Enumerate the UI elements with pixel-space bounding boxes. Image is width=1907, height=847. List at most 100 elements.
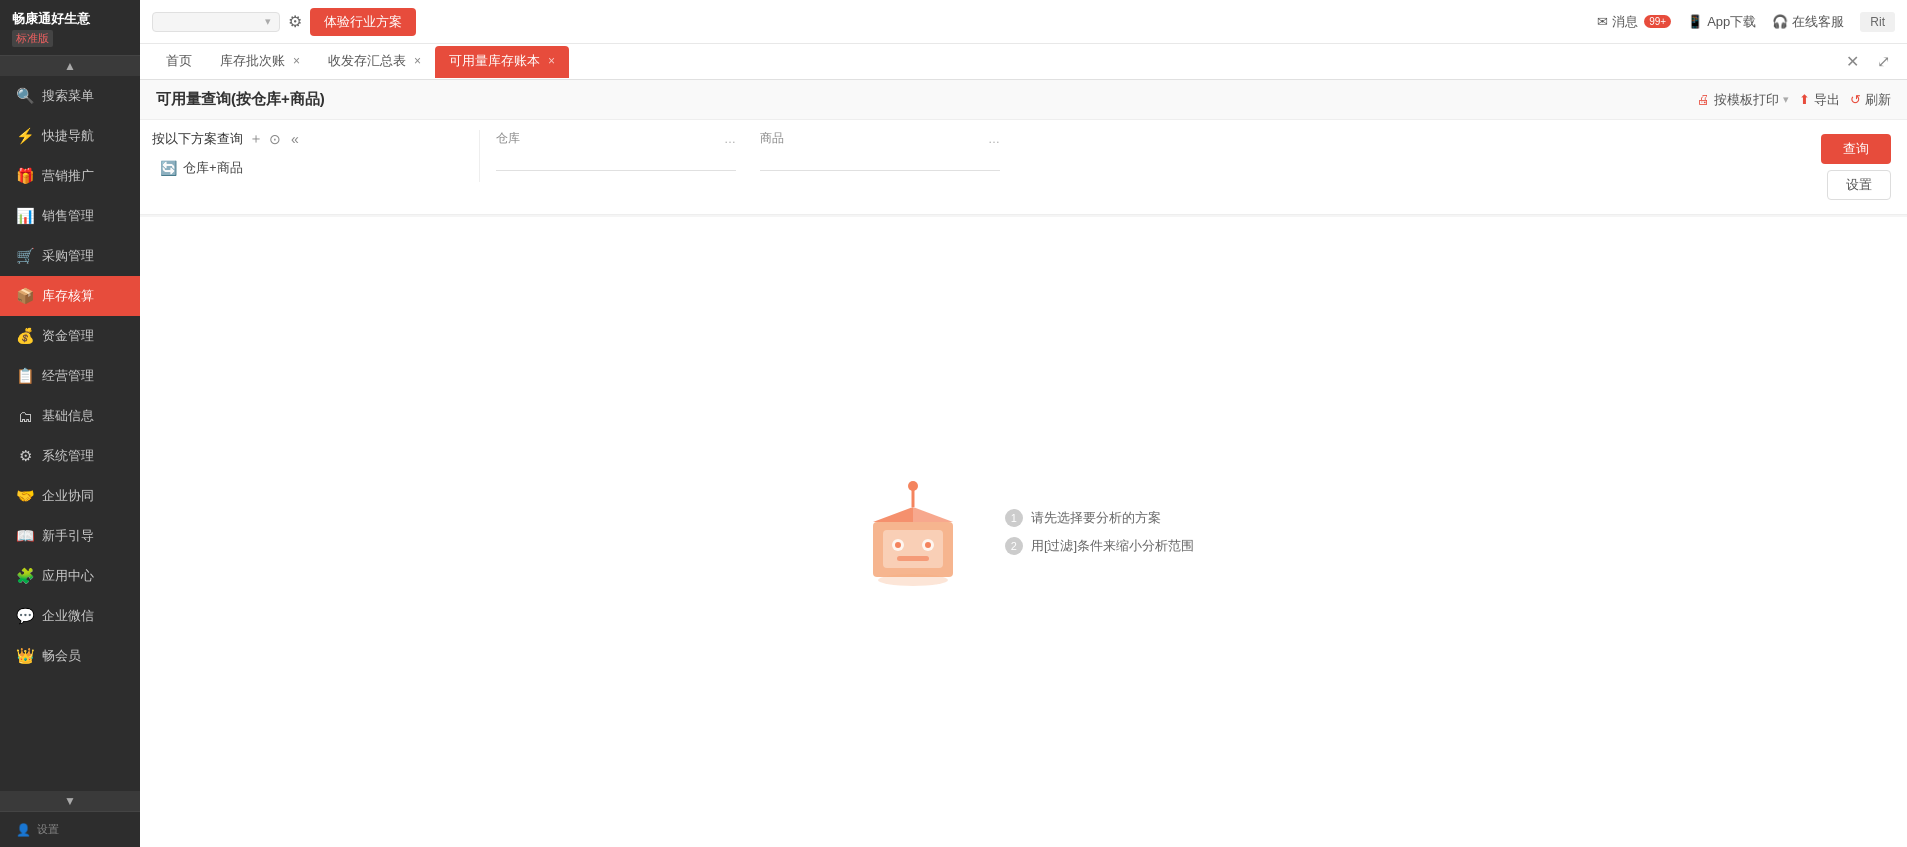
tab-batch-label: 库存批次账 — [220, 52, 285, 70]
empty-state: 1 请先选择要分析的方案 2 用[过滤]条件来缩小分析范围 — [140, 217, 1907, 847]
marketing-icon: 🎁 — [16, 167, 34, 185]
main-content: ▾ ⚙ 体验行业方案 ✉ 消息 99+ 📱 App下载 🎧 在线客服 Rit — [140, 0, 1907, 847]
print-btn[interactable]: 🖨 按模板打印 ▾ — [1697, 91, 1789, 109]
settings-gear-icon[interactable]: ⚙ — [288, 12, 302, 31]
sidebar-scroll-up[interactable]: ▲ — [0, 56, 140, 76]
empty-hint-2: 2 用[过滤]条件来缩小分析范围 — [1005, 537, 1194, 555]
basics-icon: 🗂 — [16, 408, 34, 425]
sidebar-header: 畅康通好生意 标准版 — [0, 0, 140, 56]
messages-badge: 99+ — [1644, 15, 1671, 28]
refresh-label: 刷新 — [1865, 91, 1891, 109]
svg-point-7 — [925, 542, 931, 548]
sidebar-item-label: 销售管理 — [42, 207, 94, 225]
hint2-text: 用[过滤]条件来缩小分析范围 — [1031, 537, 1194, 555]
sidebar-scroll-down[interactable]: ▼ — [0, 791, 140, 811]
messages-btn[interactable]: ✉ 消息 99+ — [1597, 13, 1671, 31]
filter-fields: 仓库 … 商品 … — [480, 130, 1805, 171]
sidebar-item-operations[interactable]: 📋 经营管理 — [0, 356, 140, 396]
newuser-icon: 📖 — [16, 527, 34, 545]
tab-home[interactable]: 首页 — [152, 46, 206, 78]
sidebar-item-finance[interactable]: 💰 资金管理 — [0, 316, 140, 356]
app-name: 畅康通好生意 — [12, 10, 128, 28]
sidebar-item-search[interactable]: 🔍 搜索菜单 — [0, 76, 140, 116]
topbar-search-input[interactable] — [161, 15, 261, 29]
topbar: ▾ ⚙ 体验行业方案 ✉ 消息 99+ 📱 App下载 🎧 在线客服 Rit — [140, 0, 1907, 44]
product-input[interactable] — [760, 149, 1000, 171]
sidebar-item-marketing[interactable]: 🎁 营销推广 — [0, 156, 140, 196]
step2-badge: 2 — [1005, 537, 1023, 555]
sidebar-item-quicknav[interactable]: ⚡ 快捷导航 — [0, 116, 140, 156]
sidebar-footer-text: 设置 — [37, 822, 59, 837]
sidebar-item-label: 资金管理 — [42, 327, 94, 345]
sidebar-item-wechat[interactable]: 💬 企业微信 — [0, 596, 140, 636]
sidebar-item-purchase[interactable]: 🛒 采购管理 — [0, 236, 140, 276]
tab-batch-close[interactable]: × — [293, 54, 300, 68]
collapse-icon[interactable]: « — [291, 131, 299, 147]
user-menu[interactable]: Rit — [1860, 12, 1895, 32]
tab-summary-label: 收发存汇总表 — [328, 52, 406, 70]
tab-bar: 首页 库存批次账 × 收发存汇总表 × 可用量库存账本 × ✕ ⤢ — [140, 44, 1907, 80]
inventory-icon: 📦 — [16, 287, 34, 305]
scheme-item-icon: 🔄 — [160, 160, 177, 176]
close-window-btn[interactable]: ✕ — [1841, 50, 1864, 73]
empty-text: 1 请先选择要分析的方案 2 用[过滤]条件来缩小分析范围 — [1005, 509, 1194, 555]
sidebar-item-appcenter[interactable]: 🧩 应用中心 — [0, 556, 140, 596]
sidebar-item-label: 基础信息 — [42, 407, 94, 425]
enterprise-icon: 🤝 — [16, 487, 34, 505]
tab-available-close[interactable]: × — [548, 54, 555, 68]
sidebar-item-label: 企业协同 — [42, 487, 94, 505]
sidebar-item-enterprise[interactable]: 🤝 企业协同 — [0, 476, 140, 516]
operations-icon: 📋 — [16, 367, 34, 385]
online-service-btn[interactable]: 🎧 在线客服 — [1772, 13, 1844, 31]
warehouse-input[interactable] — [496, 149, 736, 171]
sidebar-item-member[interactable]: 👑 畅会员 — [0, 636, 140, 676]
appcenter-icon: 🧩 — [16, 567, 34, 585]
tab-batch[interactable]: 库存批次账 × — [206, 46, 314, 78]
svg-point-11 — [878, 574, 948, 586]
step1-badge: 1 — [1005, 509, 1023, 527]
add-scheme-icon[interactable]: ＋ — [249, 130, 263, 148]
window-controls: ✕ ⤢ — [1841, 50, 1895, 73]
tab-available[interactable]: 可用量库存账本 × — [435, 46, 569, 78]
settings-scheme-icon[interactable]: ⊙ — [269, 131, 281, 147]
product-more-icon[interactable]: … — [988, 132, 1000, 146]
trial-btn[interactable]: 体验行业方案 — [310, 8, 416, 36]
filter-settings-button[interactable]: 设置 — [1827, 170, 1891, 200]
chevron-down-icon[interactable]: ▾ — [265, 15, 271, 28]
sidebar: 畅康通好生意 标准版 ▲ 🔍 搜索菜单 ⚡ 快捷导航 🎁 营销推广 📊 销售管理… — [0, 0, 140, 847]
filter-sidebar: 按以下方案查询 ＋ ⊙ « 🔄 仓库+商品 — [140, 130, 480, 182]
sales-icon: 📊 — [16, 207, 34, 225]
maximize-window-btn[interactable]: ⤢ — [1872, 50, 1895, 73]
export-btn[interactable]: ⬆ 导出 — [1799, 91, 1840, 109]
tab-summary[interactable]: 收发存汇总表 × — [314, 46, 435, 78]
sidebar-item-sales[interactable]: 📊 销售管理 — [0, 196, 140, 236]
filter-area: 按以下方案查询 ＋ ⊙ « 🔄 仓库+商品 仓库 … 商品 — [140, 120, 1907, 215]
tab-summary-close[interactable]: × — [414, 54, 421, 68]
tab-home-label: 首页 — [166, 52, 192, 70]
sidebar-item-basics[interactable]: 🗂 基础信息 — [0, 396, 140, 436]
app-version: 标准版 — [12, 30, 53, 47]
scheme-warehouse-product[interactable]: 🔄 仓库+商品 — [152, 154, 467, 182]
refresh-btn[interactable]: ↺ 刷新 — [1850, 91, 1891, 109]
filter-scheme-header: 按以下方案查询 ＋ ⊙ « — [152, 130, 467, 148]
sidebar-item-label: 系统管理 — [42, 447, 94, 465]
product-label: 商品 … — [760, 130, 1000, 147]
sidebar-item-newuser[interactable]: 📖 新手引导 — [0, 516, 140, 556]
username: Rit — [1870, 15, 1885, 29]
product-label-text: 商品 — [760, 130, 784, 147]
query-button[interactable]: 查询 — [1821, 134, 1891, 164]
refresh-icon: ↺ — [1850, 92, 1861, 107]
topbar-right: ✉ 消息 99+ 📱 App下载 🎧 在线客服 Rit — [1597, 12, 1895, 32]
topbar-search-box[interactable]: ▾ — [152, 12, 280, 32]
sidebar-nav: 🔍 搜索菜单 ⚡ 快捷导航 🎁 营销推广 📊 销售管理 🛒 采购管理 📦 库存核… — [0, 76, 140, 791]
warehouse-more-icon[interactable]: … — [724, 132, 736, 146]
finance-icon: 💰 — [16, 327, 34, 345]
wechat-icon: 💬 — [16, 607, 34, 625]
filter-field-warehouse: 仓库 … — [496, 130, 736, 171]
print-chevron[interactable]: ▾ — [1783, 93, 1789, 106]
svg-marker-1 — [873, 507, 913, 522]
sidebar-item-inventory[interactable]: 📦 库存核算 — [0, 276, 140, 316]
app-download-btn[interactable]: 📱 App下载 — [1687, 13, 1756, 31]
print-label: 按模板打印 — [1714, 91, 1779, 109]
sidebar-item-system[interactable]: ⚙ 系统管理 — [0, 436, 140, 476]
